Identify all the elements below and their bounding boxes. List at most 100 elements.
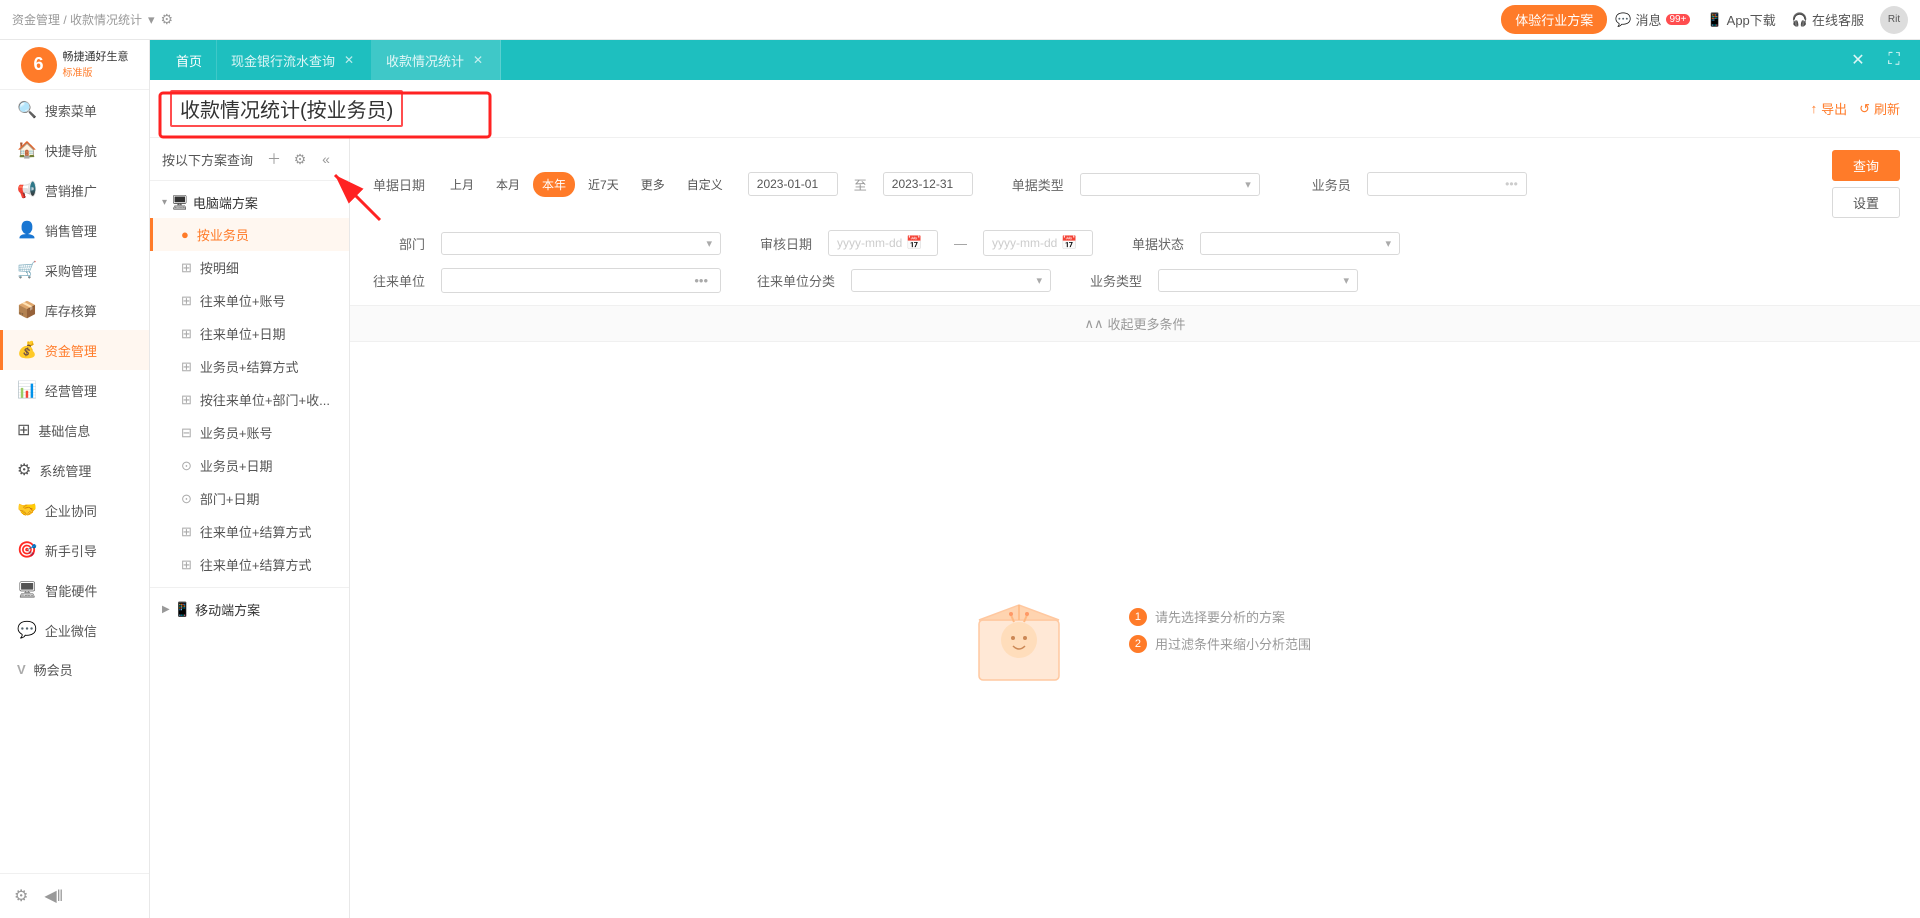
desktop-icon: 🖥 xyxy=(171,194,189,211)
settings-icon[interactable]: ⚙ xyxy=(161,11,174,28)
date-btn-custom[interactable]: 自定义 xyxy=(678,172,732,197)
scheme-item-partner-dept[interactable]: ⊞ 按往来单位+部门+收... xyxy=(150,383,349,416)
scheme-item-partner-settle2[interactable]: ⊞ 往来单位+结算方式 xyxy=(150,548,349,581)
sidebar-item-basics[interactable]: ⊞ 基础信息 xyxy=(0,410,149,450)
tab-bank-flow-close[interactable]: ✕ xyxy=(341,52,357,68)
sidebar-item-hardware[interactable]: 🖥 智能硬件 xyxy=(0,570,149,610)
sidebar-item-inventory[interactable]: 📦 库存核算 xyxy=(0,290,149,330)
scheme-item-dept-date[interactable]: ⊙ 部门+日期 xyxy=(150,482,349,515)
scheme-item-salesperson-date[interactable]: ⊙ 业务员+日期 xyxy=(150,449,349,482)
dept-select[interactable]: ▾ xyxy=(441,232,721,255)
partner-select[interactable]: ••• xyxy=(441,268,721,293)
date-from-input[interactable]: 2023-01-01 xyxy=(748,172,838,196)
scheme-header-title: 按以下方案查询 xyxy=(162,150,257,169)
sidebar-item-sales[interactable]: 👤 销售管理 xyxy=(0,210,149,250)
sidebar-logo: 6 畅捷通好生意 标准版 xyxy=(0,40,149,90)
user-avatar[interactable]: Rit xyxy=(1880,6,1908,34)
sidebar-item-business[interactable]: 📊 经营管理 xyxy=(0,370,149,410)
notification-badge: 99+ xyxy=(1666,14,1691,25)
salesperson-select[interactable]: ••• xyxy=(1367,172,1527,196)
scheme-item-partner-date[interactable]: ⊞ 往来单位+日期 xyxy=(150,317,349,350)
sidebar-item-guide[interactable]: 🎯 新手引导 xyxy=(0,530,149,570)
scheme-item-partner-settle2-label: 往来单位+结算方式 xyxy=(200,555,312,574)
date-separator: 至 xyxy=(854,175,867,194)
tab-close-all-btn[interactable]: ✕ xyxy=(1844,46,1872,74)
sidebar-item-purchase[interactable]: 🛒 采购管理 xyxy=(0,250,149,290)
scheme-desktop-title[interactable]: ▾ 🖥 电脑端方案 xyxy=(150,187,349,218)
export-btn[interactable]: ↑ 导出 xyxy=(1811,99,1848,118)
tab-home-label: 首页 xyxy=(176,51,202,70)
review-from-input[interactable]: yyyy-mm-dd 📅 xyxy=(828,230,938,256)
scheme-collapse-btn[interactable]: « xyxy=(315,148,337,170)
sidebar-item-marketing[interactable]: 📢 营销推广 xyxy=(0,170,149,210)
sidebar-item-finance[interactable]: 💰 资金管理 xyxy=(0,330,149,370)
sidebar-item-quicknav[interactable]: 🏠 快捷导航 xyxy=(0,130,149,170)
date-btn-last-month[interactable]: 上月 xyxy=(441,172,483,197)
salesperson-acct-icon: ⊟ xyxy=(181,425,192,441)
online-service-area[interactable]: 🎧 在线客服 xyxy=(1792,10,1864,29)
basics-icon: ⊞ xyxy=(17,420,30,440)
tab-receipt-stats[interactable]: 收款情况统计 ✕ xyxy=(372,40,501,80)
sidebar-nav: 🔍 搜索菜单 🏠 快捷导航 📢 营销推广 👤 销售管理 🛒 采购管理 📦 xyxy=(0,90,149,873)
review-to-input[interactable]: yyyy-mm-dd 📅 xyxy=(983,230,1093,256)
status-select[interactable]: ▾ xyxy=(1200,232,1400,255)
partner-settle1-icon: ⊞ xyxy=(181,524,192,540)
voucher-type-select[interactable]: ▾ xyxy=(1080,173,1260,196)
scheme-mobile-title[interactable]: ▶ 📱 移动端方案 xyxy=(150,594,349,625)
scheme-item-salesperson-date-label: 业务员+日期 xyxy=(200,456,273,475)
tab-fullscreen-btn[interactable]: ⛶ xyxy=(1880,46,1908,74)
query-button[interactable]: 查询 xyxy=(1832,150,1900,181)
tab-receipt-stats-close[interactable]: ✕ xyxy=(470,52,486,68)
settings-button[interactable]: 设置 xyxy=(1832,187,1900,218)
refresh-btn[interactable]: ↺ 刷新 xyxy=(1859,99,1900,118)
sidebar-item-search[interactable]: 🔍 搜索菜单 xyxy=(0,90,149,130)
breadcrumb-dropdown-icon[interactable]: ▾ xyxy=(148,12,155,28)
trial-button[interactable]: 体验行业方案 xyxy=(1501,5,1607,34)
empty-area: 1 请先选择要分析的方案 2 用过滤条件来缩小分析范围 xyxy=(350,342,1920,918)
tab-bank-flow[interactable]: 现金银行流水查询 ✕ xyxy=(217,40,372,80)
scheme-item-partner-account[interactable]: ⊞ 往来单位+账号 xyxy=(150,284,349,317)
status-arrow: ▾ xyxy=(1385,237,1391,250)
scheme-add-btn[interactable]: ＋ xyxy=(263,148,285,170)
salesperson-more-icon[interactable]: ••• xyxy=(1505,177,1518,191)
calendar-from-icon: 📅 xyxy=(906,235,922,251)
guide-icon: 🎯 xyxy=(17,540,37,560)
scheme-item-salesperson-settle[interactable]: ⊞ 业务员+结算方式 xyxy=(150,350,349,383)
sidebar-item-wechat[interactable]: 💬 企业微信 xyxy=(0,610,149,650)
sidebar-item-member[interactable]: V 畅会员 xyxy=(0,650,149,689)
partner-category-select[interactable]: ▾ xyxy=(851,269,1051,292)
sidebar-collapse-btn[interactable]: ◀‖ xyxy=(40,882,67,910)
date-btn-more[interactable]: 更多 xyxy=(632,172,674,197)
scheme-item-detail[interactable]: ⊞ 按明细 xyxy=(150,251,349,284)
partner-category-arrow: ▾ xyxy=(1036,274,1042,287)
tab-home[interactable]: 首页 xyxy=(162,40,217,80)
sidebar-settings-btn[interactable]: ⚙ xyxy=(10,882,32,910)
sidebar-item-system[interactable]: ⚙ 系统管理 xyxy=(0,450,149,490)
date-btn-this-month[interactable]: 本月 xyxy=(487,172,529,197)
date-btn-this-year[interactable]: 本年 xyxy=(533,172,575,197)
sidebar-item-member-label: 畅会员 xyxy=(34,660,73,679)
scheme-item-partner-date-label: 往来单位+日期 xyxy=(200,324,286,343)
scheme-item-salesperson[interactable]: ● 按业务员 xyxy=(150,218,349,251)
export-icon: ↑ xyxy=(1811,101,1818,116)
notification-area[interactable]: 💬 消息 99+ xyxy=(1615,10,1690,29)
headset-icon: 🎧 xyxy=(1792,12,1808,28)
filter-area: 单据日期 上月 本月 本年 近7天 更多 自定义 2023-01-01 至 xyxy=(350,138,1920,306)
online-service-label: 在线客服 xyxy=(1812,10,1864,29)
sidebar-item-collab[interactable]: 🤝 企业协同 xyxy=(0,490,149,530)
date-to-input[interactable]: 2023-12-31 xyxy=(883,172,973,196)
scheme-settings-btn[interactable]: ⚙ xyxy=(289,148,311,170)
finance-icon: 💰 xyxy=(17,340,37,360)
logo-name: 畅捷通好生意 xyxy=(63,50,129,64)
date-btn-7days[interactable]: 近7天 xyxy=(579,172,628,197)
scheme-item-partner-settle1[interactable]: ⊞ 往来单位+结算方式 xyxy=(150,515,349,548)
sidebar-bottom: ⚙ ◀‖ xyxy=(0,873,149,918)
biz-type-select[interactable]: ▾ xyxy=(1158,269,1358,292)
step-1-label: 请先选择要分析的方案 xyxy=(1155,607,1285,626)
purchase-icon: 🛒 xyxy=(17,260,37,280)
app-download-area[interactable]: 📱 App下载 xyxy=(1706,10,1775,29)
collapse-chevron-icon: ∧∧ xyxy=(1084,316,1103,332)
scheme-item-salesperson-acct[interactable]: ⊟ 业务员+账号 xyxy=(150,416,349,449)
collapse-more-btn[interactable]: ∧∧ 收起更多条件 xyxy=(1084,314,1185,333)
partner-more-btn[interactable]: ••• xyxy=(690,273,712,288)
